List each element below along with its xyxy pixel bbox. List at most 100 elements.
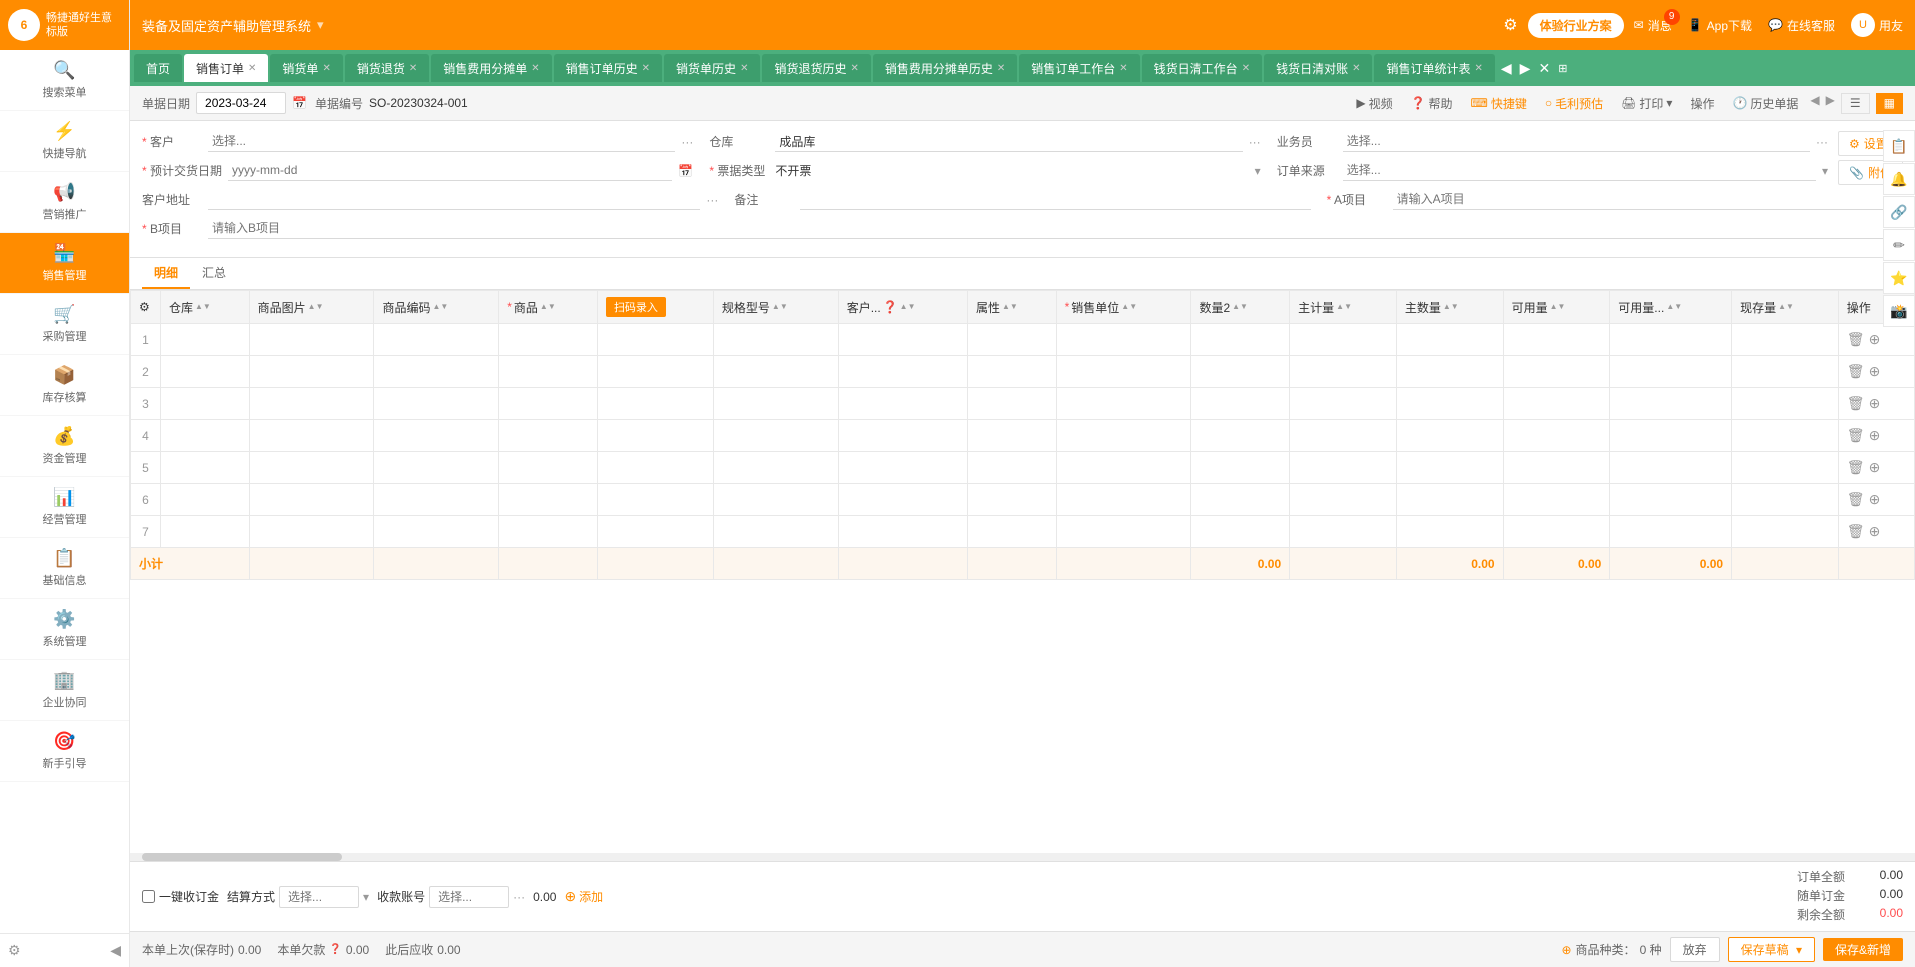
sidebar-item-purchase[interactable]: 🛒 采购管理 bbox=[0, 294, 129, 355]
row-unit[interactable] bbox=[1056, 388, 1191, 420]
col-qty2[interactable]: 数量2 ▲▼ bbox=[1191, 291, 1290, 324]
row-qty2[interactable] bbox=[1191, 324, 1290, 356]
copy-row-icon[interactable]: ⊕ bbox=[1869, 395, 1881, 412]
rp-icon-6[interactable]: 📸 bbox=[1883, 295, 1915, 327]
row-qty2[interactable] bbox=[1191, 452, 1290, 484]
bank-dots-button[interactable]: ··· bbox=[513, 890, 525, 904]
customer-input[interactable] bbox=[208, 131, 675, 152]
delete-row-icon[interactable]: 🗑 bbox=[1847, 331, 1865, 348]
row-code[interactable] bbox=[374, 516, 499, 548]
row-stock[interactable] bbox=[1732, 516, 1839, 548]
help-button[interactable]: ❓ 帮助 bbox=[1405, 93, 1459, 114]
col-goods[interactable]: * 商品 ▲▼ bbox=[499, 291, 598, 324]
tab-close-icon[interactable]: ✕ bbox=[531, 63, 539, 74]
tab-close-icon[interactable]: ✕ bbox=[997, 63, 1005, 74]
system-name-dropdown-icon[interactable]: ▾ bbox=[317, 17, 324, 33]
row-avail-qty2[interactable] bbox=[1610, 420, 1732, 452]
row-customer-code[interactable] bbox=[838, 356, 967, 388]
row-main-unit[interactable] bbox=[1290, 388, 1397, 420]
add-button[interactable]: ⊕ 添加 bbox=[564, 888, 603, 905]
print-dropdown-icon[interactable]: ▾ bbox=[1666, 96, 1672, 110]
row-spec[interactable] bbox=[713, 388, 838, 420]
row-stock[interactable] bbox=[1732, 452, 1839, 484]
message-button[interactable]: ✉ 消息 9 bbox=[1634, 17, 1672, 34]
copy-row-icon[interactable]: ⊕ bbox=[1869, 523, 1881, 540]
rp-icon-1[interactable]: 📋 bbox=[1883, 130, 1915, 162]
row-unit[interactable] bbox=[1056, 516, 1191, 548]
row-warehouse[interactable] bbox=[161, 420, 250, 452]
row-main-unit[interactable] bbox=[1290, 516, 1397, 548]
row-customer-code[interactable] bbox=[838, 420, 967, 452]
row-avail-qty[interactable] bbox=[1503, 324, 1610, 356]
col-main-unit[interactable]: 主计量 ▲▼ bbox=[1290, 291, 1397, 324]
col-avail-qty2[interactable]: 可用量... ▲▼ bbox=[1610, 291, 1732, 324]
sidebar-item-guide[interactable]: 🎯 新手引导 bbox=[0, 721, 129, 782]
row-code[interactable] bbox=[374, 388, 499, 420]
row-avail-qty2[interactable] bbox=[1610, 484, 1732, 516]
rp-icon-2[interactable]: 🔔 bbox=[1883, 163, 1915, 195]
row-image[interactable] bbox=[249, 484, 374, 516]
layout-grid-button[interactable]: ▦ bbox=[1876, 93, 1903, 114]
print-button[interactable]: 🖨 打印 ▾ bbox=[1615, 93, 1678, 114]
row-qty2[interactable] bbox=[1191, 356, 1290, 388]
tab-detail[interactable]: 明细 bbox=[142, 258, 190, 289]
tab-cash-reconcile[interactable]: 钱货日清对账 ✕ bbox=[1264, 54, 1372, 82]
row-main-unit[interactable] bbox=[1290, 484, 1397, 516]
row-qty2[interactable] bbox=[1191, 484, 1290, 516]
row-warehouse[interactable] bbox=[161, 324, 250, 356]
nav-prev-icon[interactable]: ◀ bbox=[1810, 93, 1819, 114]
tab-summary[interactable]: 汇总 bbox=[190, 258, 238, 289]
delivery-date-input[interactable] bbox=[228, 160, 672, 181]
delivery-date-calendar-icon[interactable]: 📅 bbox=[678, 164, 693, 178]
tab-sales-slip-history[interactable]: 销货单历史 ✕ bbox=[664, 54, 760, 82]
row-stock[interactable] bbox=[1732, 324, 1839, 356]
invoice-type-dropdown-icon[interactable]: ▾ bbox=[1255, 164, 1261, 178]
row-attr[interactable] bbox=[967, 516, 1056, 548]
row-avail-qty2[interactable] bbox=[1610, 324, 1732, 356]
row-avail-qty[interactable] bbox=[1503, 388, 1610, 420]
col-unit[interactable]: * 销售单位 ▲▼ bbox=[1056, 291, 1191, 324]
tab-sales-order-history[interactable]: 销售订单历史 ✕ bbox=[554, 54, 662, 82]
tab-expand-button[interactable]: ⊞ bbox=[1554, 62, 1571, 75]
row-goods[interactable] bbox=[499, 420, 598, 452]
row-avail-qty[interactable] bbox=[1503, 356, 1610, 388]
delete-row-icon[interactable]: 🗑 bbox=[1847, 459, 1865, 476]
row-attr[interactable] bbox=[967, 452, 1056, 484]
row-main-qty[interactable] bbox=[1396, 452, 1503, 484]
row-image[interactable] bbox=[249, 516, 374, 548]
delete-row-icon[interactable]: 🗑 bbox=[1847, 491, 1865, 508]
row-stock[interactable] bbox=[1732, 420, 1839, 452]
row-unit[interactable] bbox=[1056, 452, 1191, 484]
col-customer-code[interactable]: 客户... ❓ ▲▼ bbox=[838, 291, 967, 324]
delete-row-icon[interactable]: 🗑 bbox=[1847, 427, 1865, 444]
customer-dots-button[interactable]: ··· bbox=[681, 135, 693, 149]
sidebar-item-operation[interactable]: 📊 经营管理 bbox=[0, 477, 129, 538]
tab-prev-button[interactable]: ◀ bbox=[1497, 60, 1516, 77]
tab-home[interactable]: 首页 bbox=[134, 54, 182, 82]
tab-close-icon[interactable]: ✕ bbox=[322, 63, 330, 74]
app-download-button[interactable]: 📱 App下载 bbox=[1688, 17, 1752, 34]
nav-next-icon[interactable]: ▶ bbox=[1826, 93, 1835, 114]
row-goods[interactable] bbox=[499, 356, 598, 388]
rp-icon-5[interactable]: ⭐ bbox=[1883, 262, 1915, 294]
discard-button[interactable]: 放弃 bbox=[1670, 937, 1720, 962]
rp-icon-3[interactable]: 🔗 bbox=[1883, 196, 1915, 228]
copy-row-icon[interactable]: ⊕ bbox=[1869, 491, 1881, 508]
shortcut-button[interactable]: ⌨ 快捷键 bbox=[1465, 93, 1533, 114]
delete-row-icon[interactable]: 🗑 bbox=[1847, 523, 1865, 540]
row-stock[interactable] bbox=[1732, 356, 1839, 388]
row-attr[interactable] bbox=[967, 356, 1056, 388]
tab-sales-expense[interactable]: 销售费用分摊单 ✕ bbox=[431, 54, 551, 82]
sidebar-item-sales[interactable]: 🏪 销售管理 bbox=[0, 233, 129, 294]
bank-input[interactable] bbox=[429, 886, 509, 908]
col-attr[interactable]: 属性 ▲▼ bbox=[967, 291, 1056, 324]
row-avail-qty2[interactable] bbox=[1610, 516, 1732, 548]
row-attr[interactable] bbox=[967, 388, 1056, 420]
row-unit[interactable] bbox=[1056, 484, 1191, 516]
row-main-qty[interactable] bbox=[1396, 356, 1503, 388]
collapse-icon[interactable]: ◀ bbox=[110, 942, 121, 959]
copy-row-icon[interactable]: ⊕ bbox=[1869, 331, 1881, 348]
tab-more-button[interactable]: ✕ bbox=[1534, 60, 1554, 77]
row-qty2[interactable] bbox=[1191, 420, 1290, 452]
sidebar-item-enterprise[interactable]: 🏢 企业协同 bbox=[0, 660, 129, 721]
